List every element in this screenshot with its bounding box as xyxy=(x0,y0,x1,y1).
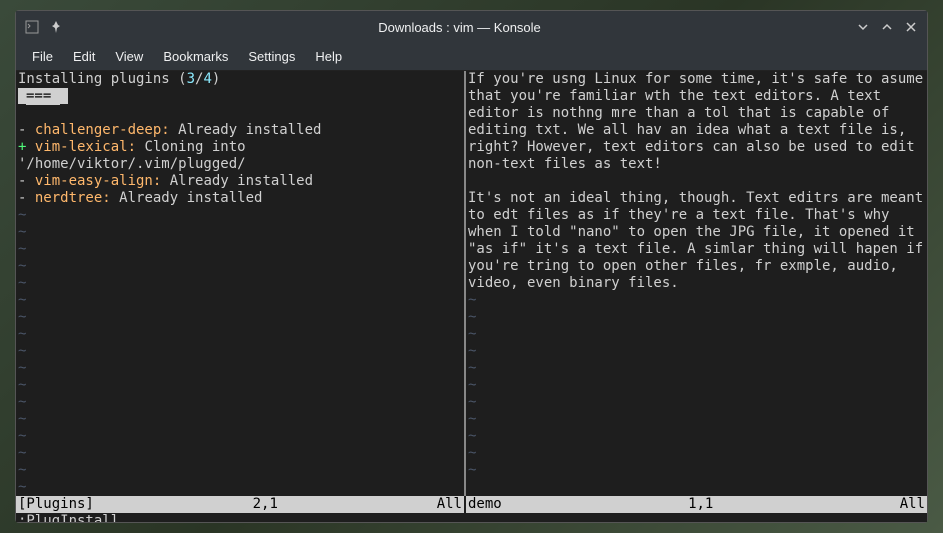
blank-line xyxy=(18,105,462,122)
status-bars: [Plugins] 2,1 All demo 1,1 All xyxy=(16,496,927,513)
titlebar-right-icons xyxy=(855,19,919,35)
pin-icon[interactable] xyxy=(48,19,64,35)
vim-tilde: ~ xyxy=(468,377,925,394)
vim-tilde: ~ xyxy=(18,394,462,411)
vim-tilde: ~ xyxy=(468,343,925,360)
plugin-row: - nerdtree: Already installed xyxy=(18,190,462,207)
vim-tilde: ~ xyxy=(18,462,462,479)
plug-progress: === xyxy=(18,88,462,105)
vim-tilde: ~ xyxy=(18,445,462,462)
vim-tilde: ~ xyxy=(468,309,925,326)
menu-bookmarks[interactable]: Bookmarks xyxy=(155,45,236,68)
statusbar-demo: demo 1,1 All xyxy=(466,496,927,513)
menu-file[interactable]: File xyxy=(24,45,61,68)
vim-tilde: ~ xyxy=(18,360,462,377)
window-title: Downloads : vim — Konsole xyxy=(64,20,855,35)
vim-tilde: ~ xyxy=(18,479,462,496)
vim-tilde: ~ xyxy=(18,258,462,275)
terminal-area[interactable]: Installing plugins (3/4) === - challenge… xyxy=(16,71,927,522)
terminal-icon xyxy=(24,19,40,35)
vim-tilde: ~ xyxy=(18,224,462,241)
vim-tilde: ~ xyxy=(468,411,925,428)
vim-tilde: ~ xyxy=(18,275,462,292)
konsole-window: Downloads : vim — Konsole File Edit View… xyxy=(15,10,928,523)
vim-tilde: ~ xyxy=(18,207,462,224)
vim-pane-plugins[interactable]: Installing plugins (3/4) === - challenge… xyxy=(16,71,464,496)
status-percent: All xyxy=(900,496,925,513)
menu-help[interactable]: Help xyxy=(307,45,350,68)
titlebar-left-icons xyxy=(24,19,64,35)
plug-header: Installing plugins (3/4) xyxy=(18,71,462,88)
vim-tilde: ~ xyxy=(18,428,462,445)
demo-para1: If you're usng Linux for some time, it's… xyxy=(468,71,925,173)
vim-tilde: ~ xyxy=(18,326,462,343)
titlebar[interactable]: Downloads : vim — Konsole xyxy=(16,11,927,43)
blank-line xyxy=(468,173,925,190)
vim-tilde: ~ xyxy=(18,343,462,360)
vim-cmdline[interactable]: :PlugInstall xyxy=(16,513,927,522)
vim-tilde: ~ xyxy=(468,292,925,309)
demo-para2: It's not an ideal thing, though. Text ed… xyxy=(468,190,925,292)
minimize-icon[interactable] xyxy=(855,19,871,35)
vim-tilde: ~ xyxy=(18,241,462,258)
menu-edit[interactable]: Edit xyxy=(65,45,103,68)
vim-tilde: ~ xyxy=(18,411,462,428)
status-filename: [Plugins] xyxy=(18,496,94,513)
vim-tilde: ~ xyxy=(468,445,925,462)
vim-tilde: ~ xyxy=(468,326,925,343)
status-filename: demo xyxy=(468,496,502,513)
statusbar-plugins: [Plugins] 2,1 All xyxy=(16,496,464,513)
vim-panes: Installing plugins (3/4) === - challenge… xyxy=(16,71,927,496)
close-icon[interactable] xyxy=(903,19,919,35)
vim-pane-demo[interactable]: If you're usng Linux for some time, it's… xyxy=(466,71,927,496)
vim-tilde: ~ xyxy=(468,360,925,377)
vim-tilde: ~ xyxy=(468,428,925,445)
menu-settings[interactable]: Settings xyxy=(240,45,303,68)
vim-tilde: ~ xyxy=(18,309,462,326)
plugin-row: - challenger-deep: Already installed xyxy=(18,122,462,139)
vim-tilde: ~ xyxy=(18,292,462,309)
vim-tilde: ~ xyxy=(468,394,925,411)
menu-view[interactable]: View xyxy=(107,45,151,68)
maximize-icon[interactable] xyxy=(879,19,895,35)
status-position: 2,1 xyxy=(253,496,278,513)
vim-tilde: ~ xyxy=(468,462,925,479)
status-position: 1,1 xyxy=(688,496,713,513)
status-percent: All xyxy=(437,496,462,513)
plugin-row: + vim-lexical: Cloning into '/home/vikto… xyxy=(18,139,462,173)
menubar: File Edit View Bookmarks Settings Help xyxy=(16,43,927,71)
vim-tilde: ~ xyxy=(18,377,462,394)
plugin-row: - vim-easy-align: Already installed xyxy=(18,173,462,190)
